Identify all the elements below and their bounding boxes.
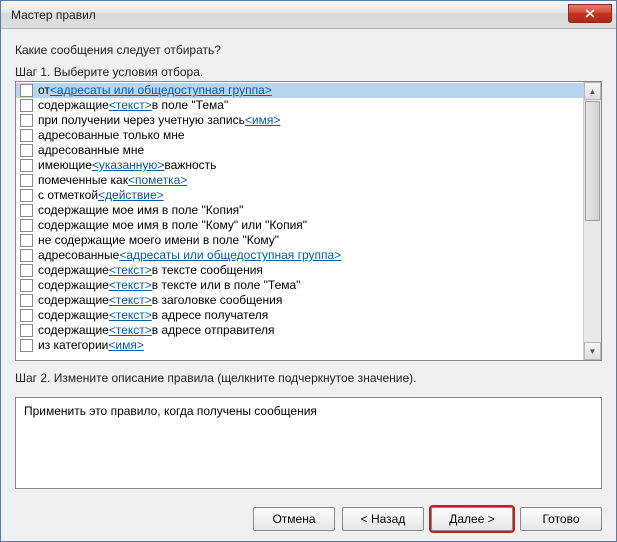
condition-link[interactable]: <текст> [109,278,152,293]
condition-link[interactable]: <текст> [109,308,152,323]
condition-text-post: в адресе отправителя [152,323,275,338]
condition-text: адресованные только мне [38,128,185,143]
condition-row[interactable]: содержащие мое имя в поле "Кому" или "Ко… [16,218,583,233]
condition-row[interactable]: содержащие <текст> в поле "Тема" [16,98,583,113]
condition-text: содержащие мое имя в поле "Кому" или "Ко… [38,218,307,233]
condition-text: не содержащие моего имени в поле "Кому" [38,233,279,248]
condition-text-post: важность [164,158,216,173]
condition-link[interactable]: <текст> [109,263,152,278]
condition-row[interactable]: от <адресаты или общедоступная группа> [16,83,583,98]
cancel-button[interactable]: Отмена [253,507,335,531]
scrollbar[interactable]: ▲ ▼ [583,82,601,360]
prompt-text: Какие сообщения следует отбирать? [15,43,602,57]
rules-wizard-window: Мастер правил Какие сообщения следует от… [0,0,617,542]
condition-checkbox[interactable] [20,234,33,247]
condition-checkbox[interactable] [20,189,33,202]
condition-checkbox[interactable] [20,309,33,322]
condition-checkbox[interactable] [20,99,33,112]
description-text: Применить это правило, когда получены со… [24,404,317,418]
condition-row[interactable]: с отметкой <действие> [16,188,583,203]
condition-checkbox[interactable] [20,114,33,127]
condition-text: содержащие [38,293,109,308]
condition-checkbox[interactable] [20,294,33,307]
condition-link[interactable]: <имя> [245,113,280,128]
condition-row[interactable]: при получении через учетную запись <имя> [16,113,583,128]
condition-row[interactable]: адресованные мне [16,143,583,158]
next-button[interactable]: Далее > [431,507,513,531]
step1-label: Шаг 1. Выберите условия отбора. [15,65,602,79]
close-button[interactable] [568,4,612,23]
condition-row[interactable]: адресованные <адресаты или общедоступная… [16,248,583,263]
scroll-up-button[interactable]: ▲ [584,82,601,100]
condition-link[interactable]: <пометка> [128,173,187,188]
button-row: Отмена < Назад Далее > Готово [15,497,602,531]
condition-text: содержащие [38,263,109,278]
condition-link[interactable]: <текст> [109,323,152,338]
condition-text: от [38,83,50,98]
condition-text: при получении через учетную запись [38,113,245,128]
condition-text-post: в тексте или в поле "Тема" [152,278,301,293]
condition-link[interactable]: <текст> [109,293,152,308]
condition-checkbox[interactable] [20,204,33,217]
condition-link[interactable]: <имя> [108,338,143,353]
condition-text: имеющие [38,158,92,173]
condition-checkbox[interactable] [20,279,33,292]
back-button[interactable]: < Назад [342,507,424,531]
window-title: Мастер правил [11,8,568,22]
condition-text: содержащие мое имя в поле "Копия" [38,203,243,218]
scroll-thumb[interactable] [585,101,600,221]
condition-text: с отметкой [38,188,98,203]
condition-link[interactable]: <адресаты или общедоступная группа> [50,83,272,98]
condition-row[interactable]: адресованные только мне [16,128,583,143]
condition-row[interactable]: содержащие мое имя в поле "Копия" [16,203,583,218]
condition-checkbox[interactable] [20,324,33,337]
description-panel: Применить это правило, когда получены со… [15,397,602,489]
condition-row[interactable]: не содержащие моего имени в поле "Кому" [16,233,583,248]
conditions-list: от <адресаты или общедоступная группа>со… [16,82,583,360]
condition-row[interactable]: содержащие <текст> в тексте сообщения [16,263,583,278]
condition-checkbox[interactable] [20,84,33,97]
conditions-panel: от <адресаты или общедоступная группа>со… [15,81,602,361]
condition-checkbox[interactable] [20,129,33,142]
condition-checkbox[interactable] [20,219,33,232]
condition-text: содержащие [38,308,109,323]
condition-text: адресованные [38,248,119,263]
finish-button[interactable]: Готово [520,507,602,531]
condition-text-post: в адресе получателя [152,308,268,323]
condition-row[interactable]: содержащие <текст> в адресе получателя [16,308,583,323]
condition-row[interactable]: содержащие <текст> в адресе отправителя [16,323,583,338]
titlebar: Мастер правил [1,1,616,29]
condition-checkbox[interactable] [20,249,33,262]
condition-link[interactable]: <адресаты или общедоступная группа> [119,248,341,263]
condition-link[interactable]: <текст> [109,98,152,113]
dialog-body: Какие сообщения следует отбирать? Шаг 1.… [1,29,616,541]
condition-row[interactable]: из категории <имя> [16,338,583,353]
condition-row[interactable]: содержащие <текст> в заголовке сообщения [16,293,583,308]
condition-text-post: в поле "Тема" [152,98,228,113]
condition-text: из категории [38,338,108,353]
condition-checkbox[interactable] [20,159,33,172]
condition-row[interactable]: помеченные как <пометка> [16,173,583,188]
condition-row[interactable]: содержащие <текст> в тексте или в поле "… [16,278,583,293]
condition-checkbox[interactable] [20,174,33,187]
condition-checkbox[interactable] [20,339,33,352]
scroll-down-button[interactable]: ▼ [584,342,601,360]
condition-text: содержащие [38,98,109,113]
condition-text: адресованные мне [38,143,144,158]
scroll-track[interactable] [584,100,601,342]
step2-label: Шаг 2. Измените описание правила (щелкни… [15,371,602,385]
condition-text: содержащие [38,278,109,293]
condition-row[interactable]: имеющие <указанную> важность [16,158,583,173]
condition-text: помеченные как [38,173,128,188]
condition-checkbox[interactable] [20,264,33,277]
condition-link[interactable]: <указанную> [92,158,165,173]
condition-text-post: в заголовке сообщения [152,293,283,308]
condition-link[interactable]: <действие> [98,188,164,203]
close-icon [585,9,595,18]
condition-checkbox[interactable] [20,144,33,157]
condition-text-post: в тексте сообщения [152,263,263,278]
condition-text: содержащие [38,323,109,338]
